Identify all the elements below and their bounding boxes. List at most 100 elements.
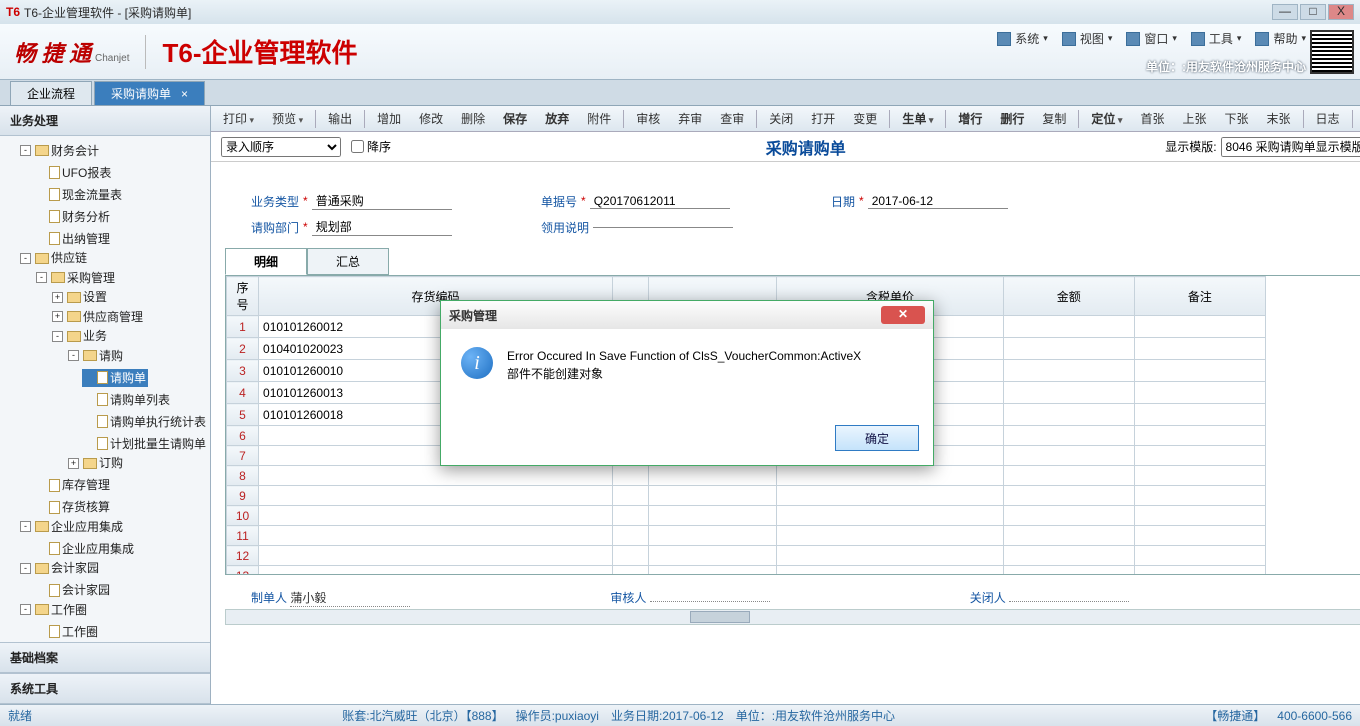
toolbar-变更[interactable]: 变更 bbox=[847, 110, 883, 127]
use-value[interactable] bbox=[593, 227, 733, 228]
window-close-button[interactable]: X bbox=[1328, 4, 1354, 20]
tree-node-采购管理[interactable]: - 采购管理 bbox=[34, 269, 117, 287]
tree-node-业务[interactable]: - 业务 bbox=[50, 327, 109, 345]
tree-node-企业应用集成[interactable]: - 企业应用集成 bbox=[18, 518, 125, 536]
sidebar-cat-systools[interactable]: 系统工具 bbox=[0, 673, 210, 704]
cell-unit[interactable] bbox=[648, 466, 777, 486]
tree-node-请购[interactable]: - 请购 bbox=[66, 347, 125, 365]
toolbar-放弃[interactable]: 放弃 bbox=[539, 110, 575, 127]
cell-code[interactable] bbox=[259, 506, 613, 526]
topmenu-窗口[interactable]: 窗口▾ bbox=[1126, 30, 1177, 47]
toolbar-修改[interactable]: 修改 bbox=[413, 110, 449, 127]
tree-node-财务分析[interactable]: 财务分析 bbox=[34, 208, 112, 226]
toolbar-复制[interactable]: 复制 bbox=[1036, 110, 1072, 127]
dept-value[interactable]: 规划部 bbox=[312, 218, 452, 236]
expand-icon[interactable]: - bbox=[68, 350, 79, 361]
tab-close-icon[interactable]: × bbox=[181, 87, 188, 101]
expand-icon[interactable]: + bbox=[52, 292, 63, 303]
tab-summary[interactable]: 汇总 bbox=[307, 248, 389, 275]
tab-企业流程[interactable]: 企业流程 bbox=[10, 81, 92, 105]
date-value[interactable]: 2017-06-12 bbox=[868, 194, 1008, 209]
window-max-button[interactable]: □ bbox=[1300, 4, 1326, 20]
expand-icon[interactable]: - bbox=[20, 145, 31, 156]
toolbar-打印[interactable]: 打印 bbox=[217, 110, 260, 127]
toolbar-增行[interactable]: 增行 bbox=[952, 110, 988, 127]
grid-header[interactable]: 序号 bbox=[227, 277, 259, 316]
grid-header[interactable]: 金额 bbox=[1003, 277, 1134, 316]
toolbar-定位[interactable]: 定位 bbox=[1085, 110, 1128, 127]
tree-node-工作圈[interactable]: 工作圈 bbox=[34, 623, 100, 641]
cell-unit[interactable] bbox=[648, 486, 777, 506]
tree-node-会计家园[interactable]: 会计家园 bbox=[34, 581, 112, 599]
cell-unit[interactable] bbox=[648, 566, 777, 576]
table-row[interactable]: 10 bbox=[227, 506, 1266, 526]
toolbar-打开[interactable]: 打开 bbox=[805, 110, 841, 127]
desc-checkbox-label[interactable]: 降序 bbox=[351, 138, 391, 155]
cell-code[interactable] bbox=[259, 546, 613, 566]
expand-icon[interactable]: - bbox=[20, 563, 31, 574]
table-row[interactable]: 12 bbox=[227, 546, 1266, 566]
tree-node-供应商管理[interactable]: + 供应商管理 bbox=[50, 308, 145, 326]
tree-node-供应链[interactable]: - 供应链 bbox=[18, 249, 89, 267]
tree-node-请购单执行统计表[interactable]: 请购单执行统计表 bbox=[82, 413, 208, 431]
topmenu-帮助[interactable]: 帮助▾ bbox=[1255, 30, 1306, 47]
toolbar-首张[interactable]: 首张 bbox=[1134, 110, 1170, 127]
desc-checkbox[interactable] bbox=[351, 140, 364, 153]
cell-code[interactable] bbox=[259, 526, 613, 546]
toolbar-保存[interactable]: 保存 bbox=[497, 110, 533, 127]
expand-icon[interactable]: - bbox=[20, 521, 31, 532]
toolbar-日志[interactable]: 日志 bbox=[1310, 110, 1346, 127]
topmenu-系统[interactable]: 系统▾ bbox=[997, 30, 1048, 47]
biz-type-value[interactable]: 普通采购 bbox=[312, 192, 452, 210]
toolbar-删除[interactable]: 删除 bbox=[455, 110, 491, 127]
tree-node-企业应用集成[interactable]: 企业应用集成 bbox=[34, 540, 136, 558]
tree-node-请购单[interactable]: 请购单 bbox=[82, 369, 148, 387]
topmenu-视图[interactable]: 视图▾ bbox=[1062, 30, 1113, 47]
cell-unit[interactable] bbox=[648, 546, 777, 566]
cell-code[interactable] bbox=[259, 466, 613, 486]
expand-icon[interactable]: - bbox=[36, 272, 47, 283]
toolbar-审核[interactable]: 审核 bbox=[630, 110, 666, 127]
cell-unit[interactable] bbox=[648, 506, 777, 526]
toolbar-附件[interactable]: 附件 bbox=[581, 110, 617, 127]
tree-node-请购单列表[interactable]: 请购单列表 bbox=[82, 391, 172, 409]
toolbar-预览[interactable]: 预览 bbox=[266, 110, 309, 127]
cell-unit[interactable] bbox=[648, 526, 777, 546]
doc-no-value[interactable]: Q20170612011 bbox=[590, 194, 730, 209]
expand-icon[interactable]: + bbox=[52, 311, 63, 322]
toolbar-删行[interactable]: 删行 bbox=[994, 110, 1030, 127]
entry-order-select[interactable]: 录入顺序 bbox=[221, 137, 341, 157]
tab-detail[interactable]: 明细 bbox=[225, 248, 307, 275]
tree-node-设置[interactable]: + 设置 bbox=[50, 288, 109, 306]
tree-node-订购[interactable]: + 订购 bbox=[66, 454, 125, 472]
toolbar-增加[interactable]: 增加 bbox=[371, 110, 407, 127]
tree-node-计划批量生请购单[interactable]: 计划批量生请购单 bbox=[82, 435, 208, 453]
display-template-select[interactable]: 8046 采购请购单显示模版 bbox=[1221, 137, 1360, 157]
toolbar-上张[interactable]: 上张 bbox=[1176, 110, 1212, 127]
sidebar-cat-archives[interactable]: 基础档案 bbox=[0, 642, 210, 673]
table-row[interactable]: 8 bbox=[227, 466, 1266, 486]
grid-header[interactable]: 备注 bbox=[1134, 277, 1265, 316]
tree-node-财务会计[interactable]: - 财务会计 bbox=[18, 142, 101, 160]
cell-code[interactable] bbox=[259, 486, 613, 506]
toolbar-生单[interactable]: 生单 bbox=[896, 110, 939, 127]
dialog-ok-button[interactable]: 确定 bbox=[835, 425, 919, 451]
tree-node-库存管理[interactable]: 库存管理 bbox=[34, 476, 112, 494]
topmenu-工具[interactable]: 工具▾ bbox=[1191, 30, 1242, 47]
toolbar-关闭[interactable]: 关闭 bbox=[763, 110, 799, 127]
tree-node-出纳管理[interactable]: 出纳管理 bbox=[34, 230, 112, 248]
toolbar-下张[interactable]: 下张 bbox=[1218, 110, 1254, 127]
expand-icon[interactable]: + bbox=[68, 458, 79, 469]
table-row[interactable]: 13 bbox=[227, 566, 1266, 576]
horizontal-scrollbar[interactable] bbox=[225, 609, 1360, 625]
tree-node-现金流量表[interactable]: 现金流量表 bbox=[34, 186, 124, 204]
table-row[interactable]: 9 bbox=[227, 486, 1266, 506]
expand-icon[interactable]: - bbox=[20, 253, 31, 264]
tree-node-会计家园[interactable]: - 会计家园 bbox=[18, 559, 101, 577]
toolbar-输出[interactable]: 输出 bbox=[322, 110, 358, 127]
toolbar-弃审[interactable]: 弃审 bbox=[672, 110, 708, 127]
toolbar-末张[interactable]: 末张 bbox=[1261, 110, 1297, 127]
toolbar-查审[interactable]: 查审 bbox=[714, 110, 750, 127]
window-min-button[interactable]: — bbox=[1272, 4, 1298, 20]
scroll-thumb[interactable] bbox=[690, 611, 750, 623]
